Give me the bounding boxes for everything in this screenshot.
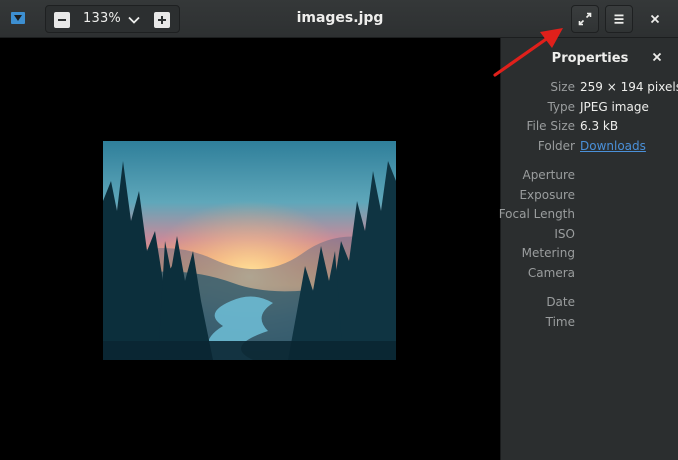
property-label: Time xyxy=(545,315,575,329)
hamburger-menu-icon xyxy=(614,14,624,24)
window-close-button[interactable] xyxy=(644,8,666,30)
property-label: Aperture xyxy=(522,168,575,182)
properties-sidebar: Properties Size 259 × 194 pixels Type JP… xyxy=(498,38,678,460)
property-camera: Camera xyxy=(501,266,678,284)
property-value: JPEG image xyxy=(580,100,649,114)
property-label: Size xyxy=(550,80,575,94)
property-label: ISO xyxy=(554,227,575,241)
displayed-image xyxy=(103,141,396,360)
zoom-level[interactable]: 133% xyxy=(83,11,121,26)
sidebar-close-button[interactable] xyxy=(649,49,665,65)
property-label: Type xyxy=(547,100,575,114)
property-label: Date xyxy=(546,295,575,309)
close-icon xyxy=(650,14,660,24)
zoom-control: 133% xyxy=(45,5,180,33)
property-exposure: Exposure xyxy=(501,188,678,206)
zoom-out-button[interactable] xyxy=(54,12,70,28)
property-label: Camera xyxy=(527,266,575,280)
close-icon xyxy=(652,52,662,62)
property-label: File Size xyxy=(526,119,575,133)
zoom-options-chevron-icon[interactable] xyxy=(128,14,140,26)
zoom-out-icon xyxy=(58,19,66,21)
property-type: Type JPEG image xyxy=(501,100,678,118)
property-focal-length: Focal Length xyxy=(498,207,678,225)
header-bar: 133% images.jpg xyxy=(0,0,678,38)
property-aperture: Aperture xyxy=(501,168,678,186)
property-date: Date xyxy=(501,295,678,313)
property-iso: ISO xyxy=(501,227,678,245)
property-label: Metering xyxy=(521,246,575,260)
property-label: Focal Length xyxy=(498,207,575,221)
fullscreen-icon xyxy=(578,12,592,26)
property-file-size: File Size 6.3 kB xyxy=(501,119,678,137)
zoom-in-button[interactable] xyxy=(154,12,170,28)
property-label: Folder xyxy=(537,139,575,153)
image-viewport[interactable] xyxy=(0,38,500,460)
property-label: Exposure xyxy=(519,188,575,202)
image-viewer-icon xyxy=(11,12,25,24)
menu-button[interactable] xyxy=(605,5,633,33)
folder-link[interactable]: Downloads xyxy=(580,139,646,153)
fullscreen-button[interactable] xyxy=(571,5,599,33)
property-value: 6.3 kB xyxy=(580,119,619,133)
property-metering: Metering xyxy=(501,246,678,264)
window-title: images.jpg xyxy=(296,10,384,26)
property-size: Size 259 × 194 pixels xyxy=(501,80,678,98)
property-folder: Folder Downloads xyxy=(501,139,678,157)
property-time: Time xyxy=(501,315,678,333)
property-value: 259 × 194 pixels xyxy=(580,80,678,94)
